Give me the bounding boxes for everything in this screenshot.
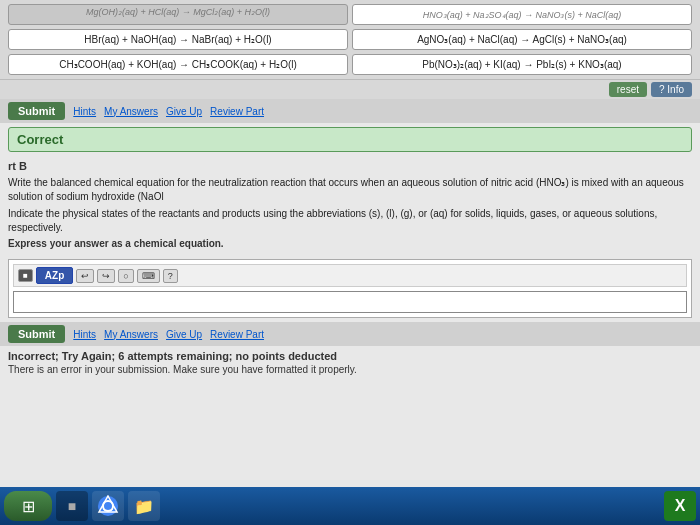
part-b-give-up-link[interactable]: Give Up (166, 329, 202, 340)
controls-bar: reset ? Info (0, 80, 700, 99)
part-a-hints-link[interactable]: Hints (73, 106, 96, 117)
circle-icon: ○ (123, 271, 128, 281)
part-a-feedback-text: Correct (17, 132, 63, 147)
start-icon: ⊞ (22, 497, 35, 516)
toolbar-help-button[interactable]: ? (163, 269, 178, 283)
part-b-feedback-text: There is an error in your submission. Ma… (8, 364, 692, 375)
eq-top-right-text: HNO₃(aq) + Na₂SO₄(aq) → NaNO₃(s) + NaCl(… (423, 10, 622, 20)
part-b-submit-button[interactable]: Submit (8, 325, 65, 343)
part-a-feedback: Correct (8, 127, 692, 152)
answer-toolbar: ■ AZp ↩ ↪ ○ ⌨ ? (13, 264, 687, 287)
equations-top: Mg(OH)₂(aq) + HCl(aq) → MgCl₂(aq) + H₂O(… (0, 0, 700, 80)
part-b-links: Hints My Answers Give Up Review Part (73, 329, 264, 340)
eq-row2-right-text: AgNO₃(aq) + NaCl(aq) → AgCl(s) + NaNO₃(a… (417, 34, 627, 45)
eq-row3-left-text: CH₃COOH(aq) + KOH(aq) → CH₃COOK(aq) + H₂… (59, 59, 297, 70)
screen: Mg(OH)₂(aq) + HCl(aq) → MgCl₂(aq) + H₂O(… (0, 0, 700, 525)
part-b-review-part-link[interactable]: Review Part (210, 329, 264, 340)
svg-point-2 (104, 502, 112, 510)
taskbar-folder-btn[interactable]: 📁 (128, 491, 160, 521)
info-button[interactable]: ? Info (651, 82, 692, 97)
toolbar-circle-button[interactable]: ○ (118, 269, 133, 283)
keyboard-icon: ⌨ (142, 271, 155, 281)
toolbar-azp-button[interactable]: AZp (36, 267, 73, 284)
part-b-title: rt B (8, 160, 692, 172)
reset-button[interactable]: reset (609, 82, 647, 97)
folder-icon: 📁 (134, 497, 154, 516)
eq-row2-left: HBr(aq) + NaOH(aq) → NaBr(aq) + H₂O(l) (8, 29, 348, 50)
taskbar: ⊞ ■ 📁 X (0, 487, 700, 525)
part-b-section: rt B Write the balanced chemical equatio… (0, 156, 700, 259)
part-a-links: Hints My Answers Give Up Review Part (73, 106, 264, 117)
eq-row3-right-text: Pb(NO₃)₂(aq) + KI(aq) → PbI₂(s) + KNO₃(a… (422, 59, 621, 70)
eq-row2-right: AgNO₃(aq) + NaCl(aq) → AgCl(s) + NaNO₃(a… (352, 29, 692, 50)
part-b-express-label: Express your answer as a chemical equati… (8, 238, 692, 249)
part-b-my-answers-link[interactable]: My Answers (104, 329, 158, 340)
part-a-submit-bar: Submit Hints My Answers Give Up Review P… (0, 99, 700, 123)
taskbar-icon-1: ■ (68, 498, 76, 514)
part-b-instruction: Write the balanced chemical equation for… (8, 176, 692, 204)
taskbar-chrome-btn[interactable] (92, 491, 124, 521)
undo-icon: ↩ (81, 271, 89, 281)
eq-row3-left: CH₃COOH(aq) + KOH(aq) → CH₃COOK(aq) + H₂… (8, 54, 348, 75)
eq-row2-left-text: HBr(aq) + NaOH(aq) → NaBr(aq) + H₂O(l) (84, 34, 271, 45)
chrome-icon (97, 495, 119, 517)
part-a-give-up-link[interactable]: Give Up (166, 106, 202, 117)
part-b-hints-link[interactable]: Hints (73, 329, 96, 340)
start-button[interactable]: ⊞ (4, 491, 52, 521)
part-a-my-answers-link[interactable]: My Answers (104, 106, 158, 117)
redo-icon: ↪ (102, 271, 110, 281)
eq-top-left-text: Mg(OH)₂(aq) + HCl(aq) → MgCl₂(aq) + H₂O(… (86, 7, 270, 17)
part-a-review-part-link[interactable]: Review Part (210, 106, 264, 117)
eq-row3-right: Pb(NO₃)₂(aq) + KI(aq) → PbI₂(s) + KNO₃(a… (352, 54, 692, 75)
toolbar-undo-button[interactable]: ↩ (76, 269, 94, 283)
taskbar-excel-btn[interactable]: X (664, 491, 696, 521)
toolbar-small-btn-1[interactable]: ■ (18, 269, 33, 282)
browser-content: Mg(OH)₂(aq) + HCl(aq) → MgCl₂(aq) + H₂O(… (0, 0, 700, 487)
excel-icon: X (675, 497, 686, 515)
answer-input-field[interactable] (13, 291, 687, 313)
part-a-submit-button[interactable]: Submit (8, 102, 65, 120)
help-icon: ? (168, 271, 173, 281)
eq-top-left-faded: Mg(OH)₂(aq) + HCl(aq) → MgCl₂(aq) + H₂O(… (8, 4, 348, 25)
toolbar-redo-button[interactable]: ↪ (97, 269, 115, 283)
eq-top-right-faded: HNO₃(aq) + Na₂SO₄(aq) → NaNO₃(s) + NaCl(… (352, 4, 692, 25)
toolbar-keyboard-button[interactable]: ⌨ (137, 269, 160, 283)
part-b-submit-bar: Submit Hints My Answers Give Up Review P… (0, 322, 700, 346)
taskbar-btn-1[interactable]: ■ (56, 491, 88, 521)
part-b-feedback-title: Incorrect; Try Again; 6 attempts remaini… (8, 350, 692, 362)
part-b-feedback: Incorrect; Try Again; 6 attempts remaini… (0, 346, 700, 379)
part-b-instruction2: Indicate the physical states of the reac… (8, 207, 692, 235)
answer-area: ■ AZp ↩ ↪ ○ ⌨ ? (8, 259, 692, 318)
